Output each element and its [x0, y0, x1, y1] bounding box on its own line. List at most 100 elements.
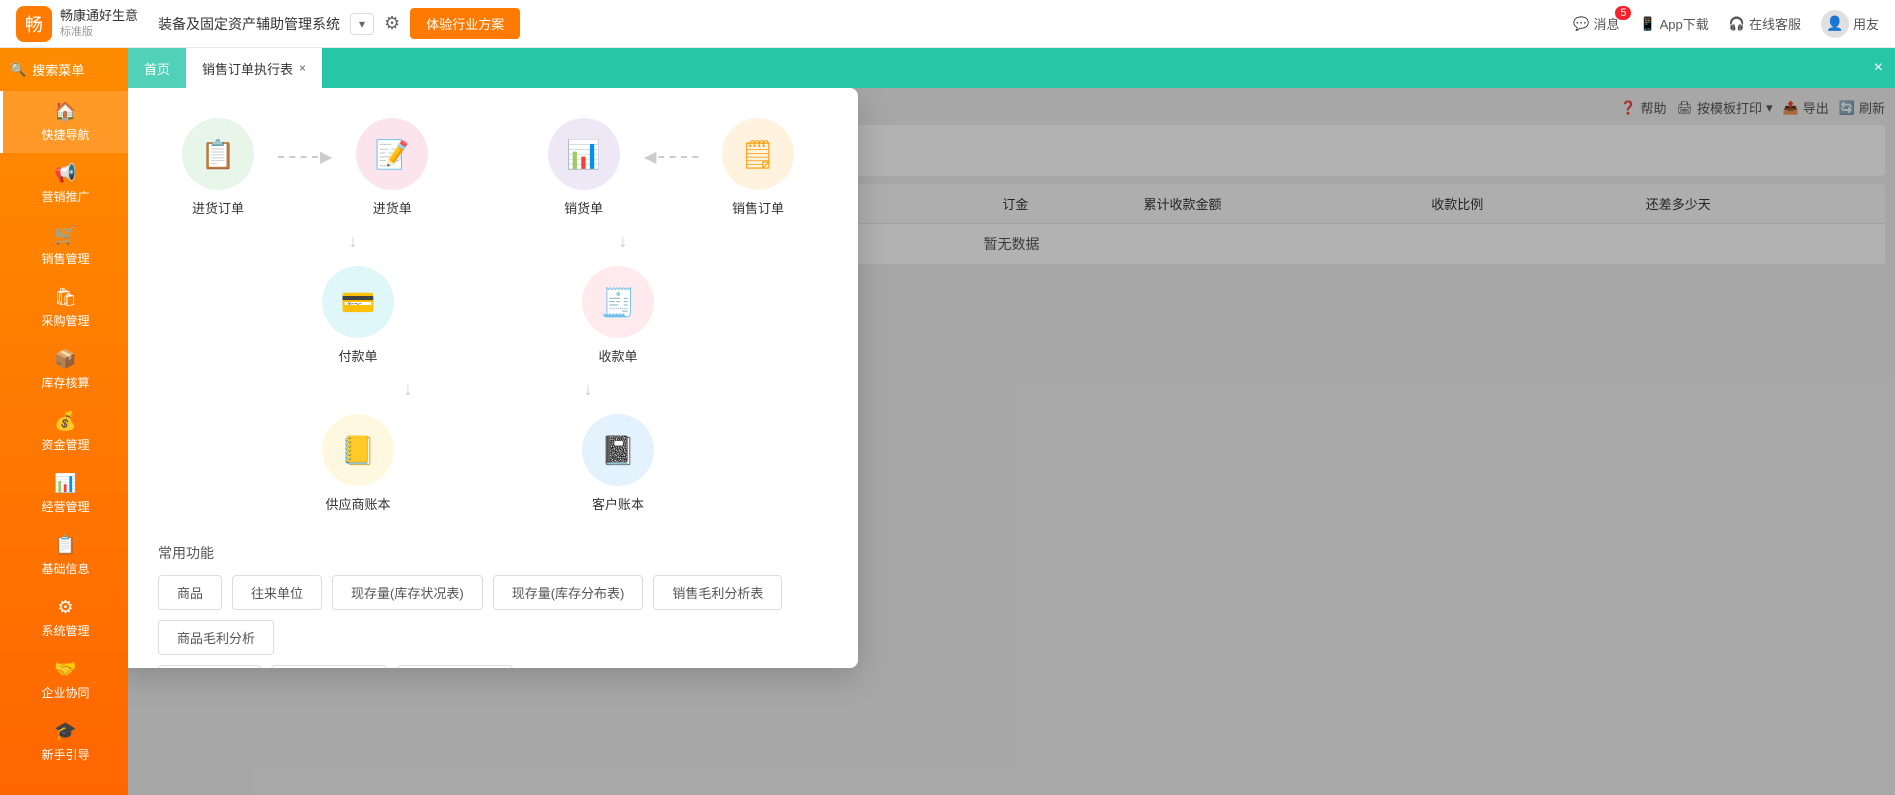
app-download-button[interactable]: 📱 App下载: [1639, 14, 1708, 33]
sale-order-label: 销售订单: [732, 198, 784, 217]
payment-bill-circle[interactable]: 💳: [322, 266, 394, 338]
supplier-ledger-label: 供应商账本: [325, 494, 390, 513]
arrow-sale-order-to-bill: ▶: [644, 147, 698, 189]
sidebar-item-purchase[interactable]: 🛍 采购管理: [0, 277, 128, 339]
message-button[interactable]: 💬 消息 5: [1573, 14, 1619, 33]
user-menu-button[interactable]: 👤 用友: [1821, 10, 1879, 38]
flow-row-1: 📋 进货订单 ▶ 📝: [158, 118, 818, 217]
tab-close-icon[interactable]: ×: [299, 61, 306, 75]
purchase-order-circle[interactable]: 📋: [182, 118, 254, 190]
flow-row-2: 💳 付款单 🧾 收款单: [158, 266, 818, 365]
home-icon: 🏠: [54, 101, 76, 122]
inventory-icon: 📦: [54, 349, 76, 370]
common-functions-section: 常用功能 商品 往来单位 现存量(库存状况表) 现存量(库存分布表) 销售毛利分…: [128, 543, 858, 668]
arrow-purchase-order-to-bill: ▶: [278, 147, 332, 189]
tab-bar: 首页 销售订单执行表 × ×: [128, 48, 1895, 88]
sys-dropdown-button[interactable]: ▾: [350, 13, 374, 35]
func-btn-product-profit[interactable]: 商品毛利分析: [158, 620, 274, 655]
main-content: 🔍 搜索菜单 🏠 快捷导航 📢 营销推广 🛒 销售管理 🛍 采购管理 📦: [0, 48, 1895, 795]
sidebar-item-quick-nav[interactable]: 🏠 快捷导航: [0, 91, 128, 153]
flow-node-purchase-order: 📋 进货订单: [158, 118, 278, 217]
sidebar-item-sales[interactable]: 🛒 销售管理: [0, 215, 128, 277]
settings-icon-button[interactable]: ⚙: [384, 13, 400, 34]
system-icon: ⚙: [57, 597, 73, 618]
content-wrapper: ❓ 帮助 🖨 按模板打印 ▾ 📤 导出 🔄 刷新: [128, 88, 1895, 795]
operation-icon: 📊: [54, 473, 76, 494]
sidebar-item-inventory[interactable]: 📦 库存核算: [0, 339, 128, 401]
marketing-icon: 📢: [54, 163, 76, 184]
logo-area: 畅 畅康通好生意 标准版: [16, 6, 138, 42]
arrow-receipt-bill-down: ↓: [552, 379, 624, 400]
customer-ledger-label: 客户账本: [592, 494, 644, 513]
try-industry-button[interactable]: 体验行业方案: [410, 8, 520, 39]
guide-icon: 🎓: [54, 721, 76, 742]
purchase-bill-circle[interactable]: 📝: [356, 118, 428, 190]
purchase-order-label: 进货订单: [192, 198, 244, 217]
logo-text: 畅康通好生意 标准版: [60, 8, 138, 39]
sidebar: 🔍 搜索菜单 🏠 快捷导航 📢 营销推广 🛒 销售管理 🛍 采购管理 📦: [0, 48, 128, 795]
quick-nav-modal: 📋 进货订单 ▶ 📝: [128, 88, 858, 668]
sidebar-item-guide[interactable]: 🎓 新手引导: [0, 711, 128, 773]
top-bar: 畅 畅康通好生意 标准版 装备及固定资产辅助管理系统 ▾ ⚙ 体验行业方案 💬 …: [0, 0, 1895, 48]
flow-node-supplier-ledger: 📒 供应商账本: [298, 414, 418, 513]
search-icon: 🔍: [10, 62, 26, 78]
tab-bar-end: ×: [1874, 59, 1895, 77]
func-btn-receipt-stat[interactable]: 收款情况统计: [271, 665, 387, 668]
avatar: 👤: [1821, 10, 1849, 38]
arrow-sale-bill-down: ↓: [587, 231, 659, 252]
sales-icon: 🛒: [54, 225, 76, 246]
receipt-bill-circle[interactable]: 🧾: [582, 266, 654, 338]
func-row-1: 商品 往来单位 现存量(库存状况表) 现存量(库存分布表) 销售毛利分析表 商品…: [158, 575, 818, 655]
func-row-2: 销售排行榜 收款情况统计 付款情况统计: [158, 665, 818, 668]
payment-bill-label: 付款单: [338, 346, 377, 365]
service-icon: 🎧: [1729, 16, 1745, 32]
func-btn-product[interactable]: 商品: [158, 575, 222, 610]
arrow-purchase-bill-down: ↓: [317, 231, 389, 252]
sidebar-item-operation[interactable]: 📊 经营管理: [0, 463, 128, 525]
finance-icon: 💰: [54, 411, 76, 432]
func-btn-partner[interactable]: 往来单位: [232, 575, 322, 610]
flow-node-purchase-bill: 📝 进货单: [332, 118, 452, 217]
sale-order-circle[interactable]: 🗒: [722, 118, 794, 190]
flow-section: 📋 进货订单 ▶ 📝: [128, 88, 858, 543]
func-btn-stock-status[interactable]: 现存量(库存状况表): [332, 575, 483, 610]
flow-node-customer-ledger: 📓 客户账本: [558, 414, 678, 513]
enterprise-icon: 🤝: [54, 659, 76, 680]
sidebar-item-marketing[interactable]: 📢 营销推广: [0, 153, 128, 215]
purchase-icon: 🛍: [54, 287, 77, 308]
customer-ledger-circle[interactable]: 📓: [582, 414, 654, 486]
close-all-button[interactable]: ×: [1874, 59, 1883, 77]
sidebar-item-system[interactable]: ⚙ 系统管理: [0, 587, 128, 649]
tab-home[interactable]: 首页: [128, 48, 186, 88]
sidebar-item-finance[interactable]: 💰 资金管理: [0, 401, 128, 463]
top-bar-left: 畅 畅康通好生意 标准版 装备及固定资产辅助管理系统 ▾ ⚙ 体验行业方案: [16, 6, 520, 42]
purchase-bill-label: 进货单: [373, 198, 412, 217]
flow-row-arrows: ↓ ↓: [158, 227, 818, 256]
sidebar-item-basic[interactable]: 📋 基础信息: [0, 525, 128, 587]
tab-sales-order[interactable]: 销售订单执行表 ×: [186, 48, 322, 88]
flow-row-3: 📒 供应商账本 📓 客户账本: [158, 414, 818, 513]
basic-icon: 📋: [54, 535, 76, 556]
logo-icon: 畅: [16, 6, 52, 42]
flow-row-arrows-2: ↓ ↓: [158, 375, 818, 404]
supplier-ledger-circle[interactable]: 📒: [322, 414, 394, 486]
message-badge: 5: [1615, 6, 1631, 20]
modal-overlay: 📋 进货订单 ▶ 📝: [128, 88, 1895, 795]
top-bar-right: 💬 消息 5 📱 App下载 🎧 在线客服 👤 用友: [1573, 10, 1879, 38]
flow-node-payment-bill: 💳 付款单: [298, 266, 418, 365]
download-icon: 📱: [1639, 16, 1655, 32]
func-btn-sales-rank[interactable]: 销售排行榜: [158, 665, 261, 668]
func-btn-stock-dist[interactable]: 现存量(库存分布表): [493, 575, 644, 610]
online-service-button[interactable]: 🎧 在线客服: [1729, 14, 1801, 33]
flow-node-receipt-bill: 🧾 收款单: [558, 266, 678, 365]
func-btn-sales-profit[interactable]: 销售毛利分析表: [653, 575, 782, 610]
flow-node-sale-order: 🗒 销售订单: [698, 118, 818, 217]
func-btn-payment-stat[interactable]: 付款情况统计: [397, 665, 513, 668]
sidebar-search-button[interactable]: 🔍 搜索菜单: [0, 48, 128, 91]
app-container: 畅 畅康通好生意 标准版 装备及固定资产辅助管理系统 ▾ ⚙ 体验行业方案 💬 …: [0, 0, 1895, 795]
sale-bill-label: 销货单: [564, 198, 603, 217]
sale-bill-circle[interactable]: 📊: [548, 118, 620, 190]
sidebar-item-enterprise[interactable]: 🤝 企业协同: [0, 649, 128, 711]
arrow-payment-bill-down: ↓: [372, 379, 444, 400]
page-area: 首页 销售订单执行表 × × ❓ 帮助: [128, 48, 1895, 795]
